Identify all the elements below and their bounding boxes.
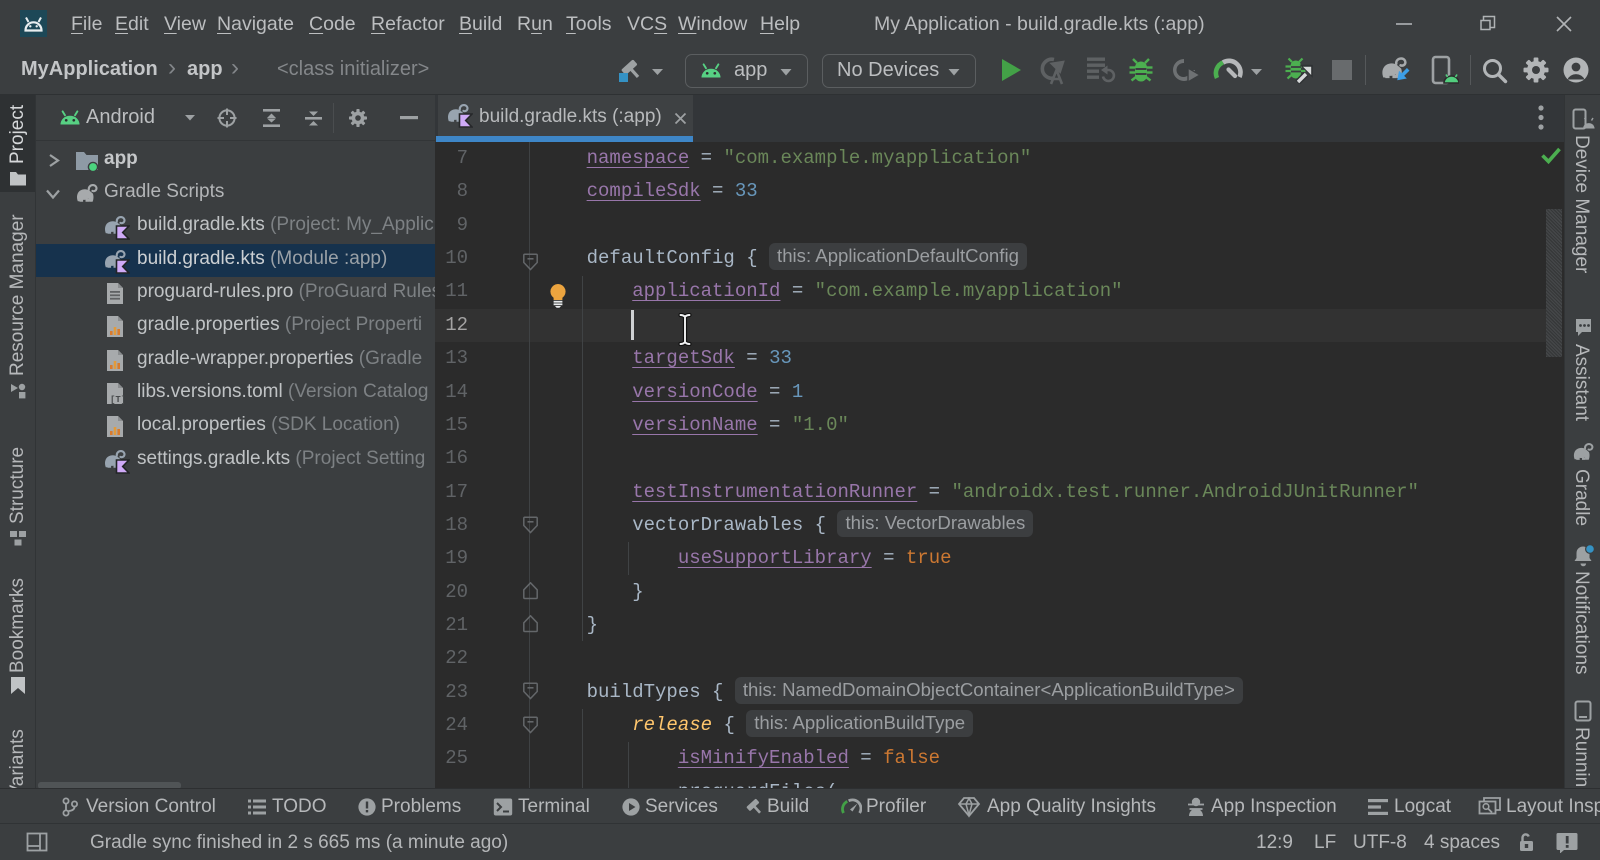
svg-text:[T]: [T] <box>110 395 124 405</box>
